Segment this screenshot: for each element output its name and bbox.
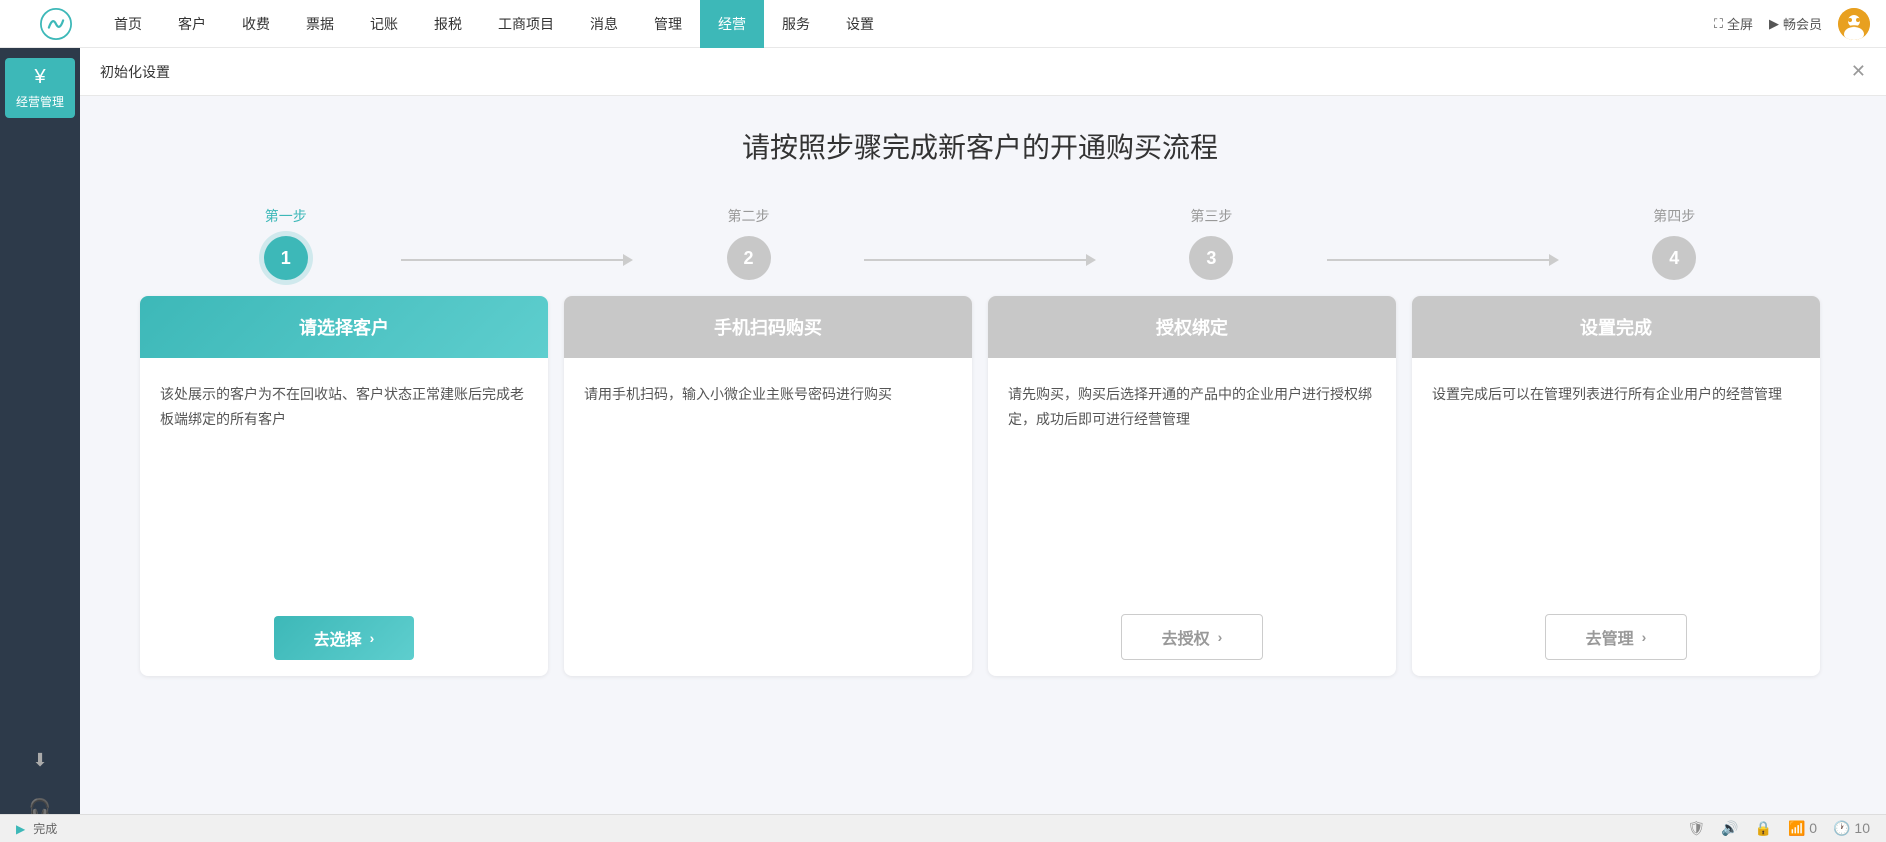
sidebar-item-label: 经营管理 [16, 93, 64, 110]
nav-settings[interactable]: 设置 [828, 0, 892, 48]
nav-bills[interactable]: 票据 [288, 0, 352, 48]
card-4: 设置完成 设置完成后可以在管理列表进行所有企业用户的经营管理 去管理 › [1412, 296, 1820, 676]
lock-status-icon: 🔒 [1755, 820, 1772, 837]
card-2-body: 请用手机扫码，输入小微企业主账号密码进行购买 [564, 358, 972, 644]
nav-message[interactable]: 消息 [572, 0, 636, 48]
nav-accounting[interactable]: 记账 [352, 0, 416, 48]
setup-container: 请按照步骤完成新客户的开通购买流程 第一步 1 第二步 2 [80, 96, 1880, 706]
chevron-right-icon: › [370, 630, 375, 646]
goto-authorize-label: 去授权 [1162, 625, 1210, 649]
step-4: 第四步 4 [1559, 206, 1790, 280]
card-2-footer [564, 644, 972, 676]
page-title: 初始化设置 [100, 62, 170, 82]
statusbar: ▶ 完成 🛡 🔊 🔒 📶 0 🕐 10 [0, 814, 1886, 842]
nav-customer[interactable]: 客户 [160, 0, 224, 48]
nav-service[interactable]: 服务 [764, 0, 828, 48]
play-icon: ▶ [1769, 16, 1779, 32]
main-content: 初始化设置 ✕ 请按照步骤完成新客户的开通购买流程 第一步 1 第 [80, 48, 1886, 842]
avatar[interactable] [1838, 8, 1870, 40]
fullscreen-icon: ⛶ [1714, 16, 1723, 32]
status-right: 🛡 🔊 🔒 📶 0 🕐 10 [1687, 820, 1870, 837]
nav-business[interactable]: 工商项目 [480, 0, 572, 48]
card-1: 请选择客户 该处展示的客户为不在回收站、客户状态正常建账后完成老板端绑定的所有客… [140, 296, 548, 676]
connector-2-3 [864, 254, 1095, 280]
member-button[interactable]: ▶ 畅会员 [1769, 14, 1822, 33]
card-4-header: 设置完成 [1412, 296, 1820, 358]
card-1-header: 请选择客户 [140, 296, 548, 358]
step-4-label: 第四步 [1653, 206, 1695, 226]
nav-items: 首页 客户 收费 票据 记账 报税 工商项目 消息 管理 经营 服务 设置 [96, 0, 1714, 48]
page-header: 初始化设置 ✕ [80, 48, 1886, 96]
goto-select-label: 去选择 [314, 626, 362, 650]
chevron-right-icon-2: › [1218, 629, 1223, 645]
play-status-icon[interactable]: ▶ [16, 822, 25, 836]
connector-3-4 [1327, 254, 1558, 280]
goto-manage-label: 去管理 [1586, 625, 1634, 649]
card-2-header: 手机扫码购买 [564, 296, 972, 358]
nav-home[interactable]: 首页 [96, 0, 160, 48]
card-2: 手机扫码购买 请用手机扫码，输入小微企业主账号密码进行购买 [564, 296, 972, 676]
sidebar: ¥ 经营管理 ⬇ 🎧 [0, 48, 80, 842]
setup-heading: 请按照步骤完成新客户的开通购买流程 [140, 126, 1820, 166]
volume-status-icon: 🔊 [1721, 820, 1738, 837]
app-logo [16, 8, 96, 40]
chevron-right-icon-3: › [1642, 629, 1647, 645]
connector-1-2 [401, 254, 632, 280]
goto-select-button[interactable]: 去选择 › [274, 616, 415, 660]
nav-tax[interactable]: 报税 [416, 0, 480, 48]
step-1: 第一步 1 [170, 206, 401, 280]
card-4-footer: 去管理 › [1412, 598, 1820, 676]
card-4-body: 设置完成后可以在管理列表进行所有企业用户的经营管理 [1412, 358, 1820, 598]
nav-fees[interactable]: 收费 [224, 0, 288, 48]
network-status-icon: 📶 0 [1788, 820, 1817, 837]
card-3-header: 授权绑定 [988, 296, 1396, 358]
close-button[interactable]: ✕ [1851, 61, 1866, 82]
goto-manage-button[interactable]: 去管理 › [1545, 614, 1688, 660]
step-1-label: 第一步 [265, 206, 307, 226]
sidebar-item-operation[interactable]: ¥ 经营管理 [5, 58, 75, 118]
card-3: 授权绑定 请先购买，购买后选择开通的产品中的企业用户进行授权绑定，成功后即可进行… [988, 296, 1396, 676]
cards-row: 请选择客户 该处展示的客户为不在回收站、客户状态正常建账后完成老板端绑定的所有客… [140, 296, 1820, 676]
nav-operation[interactable]: 经营 [700, 0, 764, 48]
card-1-footer: 去选择 › [140, 600, 548, 676]
step-1-circle: 1 [264, 236, 308, 280]
card-3-footer: 去授权 › [988, 598, 1396, 676]
yen-icon: ¥ [34, 66, 45, 89]
step-2-circle: 2 [727, 236, 771, 280]
step-3-circle: 3 [1189, 236, 1233, 280]
nav-right: ⛶ 全屏 ▶ 畅会员 [1714, 8, 1870, 40]
step-3: 第三步 3 [1096, 206, 1327, 280]
clock-status-icon: 🕐 10 [1833, 820, 1870, 837]
top-navigation: 首页 客户 收费 票据 记账 报税 工商项目 消息 管理 经营 服务 设置 ⛶ … [0, 0, 1886, 48]
status-text: 完成 [33, 820, 57, 837]
fullscreen-button[interactable]: ⛶ 全屏 [1714, 14, 1753, 33]
goto-authorize-button[interactable]: 去授权 › [1121, 614, 1264, 660]
shield-status-icon: 🛡 [1687, 820, 1705, 837]
download-icon[interactable]: ⬇ [22, 742, 58, 778]
nav-manage[interactable]: 管理 [636, 0, 700, 48]
card-1-body: 该处展示的客户为不在回收站、客户状态正常建账后完成老板端绑定的所有客户 [140, 358, 548, 600]
card-3-body: 请先购买，购买后选择开通的产品中的企业用户进行授权绑定，成功后即可进行经营管理 [988, 358, 1396, 598]
step-4-circle: 4 [1652, 236, 1696, 280]
step-2: 第二步 2 [633, 206, 864, 280]
step-2-label: 第二步 [728, 206, 770, 226]
step-3-label: 第三步 [1190, 206, 1232, 226]
